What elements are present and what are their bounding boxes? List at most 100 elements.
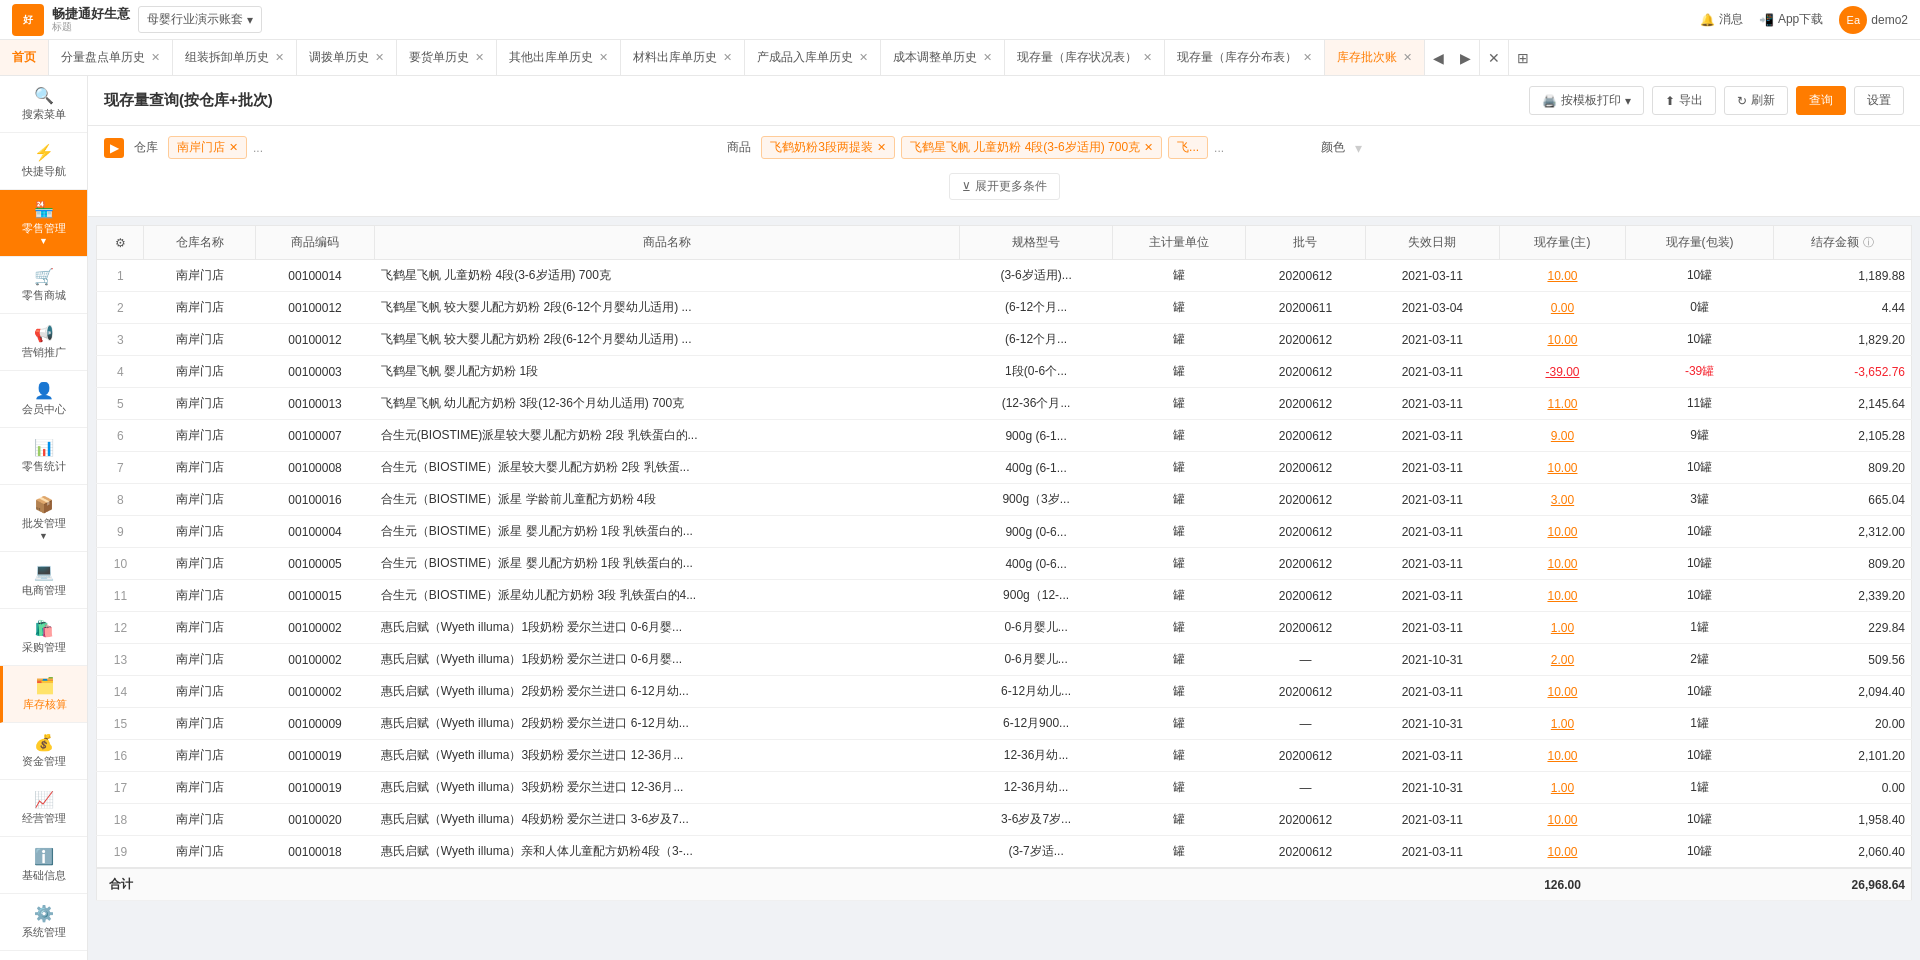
cell-stock-main[interactable]: 2.00 [1499,644,1625,676]
sidebar-item-ecommerce[interactable]: 💻 电商管理 [0,552,87,609]
query-label: 查询 [1809,92,1833,109]
close-icon[interactable]: ✕ [1403,51,1412,64]
nav-prev-arrow[interactable]: ◀ [1425,40,1452,76]
refresh-btn[interactable]: ↻ 刷新 [1724,86,1788,115]
product-tag-more[interactable]: 飞... [1168,136,1208,159]
product-tag-1[interactable]: 飞鹤奶粉3段两提装 ✕ [761,136,895,159]
remove-product1-icon[interactable]: ✕ [877,141,886,154]
close-icon[interactable]: ✕ [375,51,384,64]
sidebar-item-retail[interactable]: 🏪 零售管理 ▼ [0,190,87,257]
cell-stock-main[interactable]: 1.00 [1499,612,1625,644]
cell-batch: 20200612 [1246,836,1366,869]
cell-stock-main[interactable]: 10.00 [1499,580,1625,612]
sidebar-item-collab[interactable]: 🤝 企业协同 [0,951,87,960]
tab-chengtiaoz[interactable]: 成本调整单历史 ✕ [881,40,1005,76]
cell-stock-main[interactable]: -39.00 [1499,356,1625,388]
close-icon[interactable]: ✕ [1143,51,1152,64]
info-balance-icon[interactable]: ⓘ [1863,236,1874,248]
cell-stock-main[interactable]: 0.00 [1499,292,1625,324]
expand-label: 展开更多条件 [975,178,1047,195]
close-icon[interactable]: ✕ [1303,51,1312,64]
tab-xianzcunkuangzt[interactable]: 现存量（库存状况表） ✕ [1005,40,1165,76]
sidebar-item-wholesale[interactable]: 📦 批发管理 ▼ [0,485,87,552]
sidebar-item-management[interactable]: 📈 经营管理 [0,780,87,837]
cell-stock-main[interactable]: 9.00 [1499,420,1625,452]
cell-code: 00100016 [255,484,375,516]
close-icon[interactable]: ✕ [151,51,160,64]
close-icon[interactable]: ✕ [475,51,484,64]
cell-no: 17 [97,772,144,804]
tab-pici-active[interactable]: 库存批次账 ✕ [1325,40,1425,76]
nav-close-all[interactable]: ✕ [1479,40,1508,76]
nav-next-arrow[interactable]: ▶ [1452,40,1479,76]
cell-stock-main[interactable]: 1.00 [1499,772,1625,804]
product-tag-2[interactable]: 飞鹤星飞帆 儿童奶粉 4段(3-6岁适用) 700克 ✕ [901,136,1162,159]
warehouse-tag-nanandian[interactable]: 南岸门店 ✕ [168,136,247,159]
cell-unit: 罐 [1112,772,1245,804]
tab-diaobodanh[interactable]: 调拨单历史 ✕ [297,40,397,76]
cell-stock-main[interactable]: 10.00 [1499,836,1625,869]
cell-stock-main[interactable]: 3.00 [1499,484,1625,516]
cell-stock-main[interactable]: 1.00 [1499,708,1625,740]
cell-stock-pkg: 10罐 [1626,836,1774,869]
cell-stock-main[interactable]: 10.00 [1499,260,1625,292]
warehouse-more[interactable]: ... [253,141,263,155]
sidebar-item-inventory[interactable]: 🗂️ 库存核算 [0,666,87,723]
tab-chengpinruku[interactable]: 产成品入库单历史 ✕ [745,40,881,76]
company-select[interactable]: 母婴行业演示账套 ▾ [138,6,262,33]
settings-btn[interactable]: 设置 [1854,86,1904,115]
app-download-btn[interactable]: 📲 App下载 [1759,11,1823,28]
color-dropdown-arrow[interactable]: ▾ [1355,140,1362,156]
product-more[interactable]: ... [1214,141,1224,155]
sidebar-item-system[interactable]: ⚙️ 系统管理 [0,894,87,951]
expand-more-btn[interactable]: ⊻ 展开更多条件 [949,173,1060,200]
sidebar-item-purchase[interactable]: 🛍️ 采购管理 [0,609,87,666]
close-icon[interactable]: ✕ [859,51,868,64]
sidebar-item-member[interactable]: 👤 会员中心 [0,371,87,428]
close-icon[interactable]: ✕ [599,51,608,64]
cell-stock-main[interactable]: 10.00 [1499,804,1625,836]
query-btn[interactable]: 查询 [1796,86,1846,115]
tab-zuzhuangchaixin[interactable]: 组装拆卸单历史 ✕ [173,40,297,76]
tab-yaohuo[interactable]: 要货单历史 ✕ [397,40,497,76]
cell-stock-pkg: 10罐 [1626,676,1774,708]
tab-cailiaochuku[interactable]: 材料出库单历史 ✕ [621,40,745,76]
nav-expand[interactable]: ⊞ [1508,40,1537,76]
cell-no: 1 [97,260,144,292]
sidebar-item-finance[interactable]: 💰 资金管理 [0,723,87,780]
remove-warehouse-icon[interactable]: ✕ [229,141,238,154]
cell-stock-main[interactable]: 10.00 [1499,452,1625,484]
cell-stock-main[interactable]: 10.00 [1499,324,1625,356]
sidebar-item-mall[interactable]: 🛒 零售商城 [0,257,87,314]
th-settings[interactable]: ⚙ [97,226,144,260]
cell-stock-main[interactable]: 10.00 [1499,548,1625,580]
filter-toggle[interactable]: ▶ [104,138,124,158]
close-icon[interactable]: ✕ [275,51,284,64]
print-btn[interactable]: 🖨️ 按模板打印 ▾ [1529,86,1644,115]
cell-stock-main[interactable]: 11.00 [1499,388,1625,420]
th-warehouse: 仓库名称 [144,226,256,260]
tab-qitachuku[interactable]: 其他出库单历史 ✕ [497,40,621,76]
cell-no: 14 [97,676,144,708]
close-icon[interactable]: ✕ [983,51,992,64]
sidebar-item-basic[interactable]: ℹ️ 基础信息 [0,837,87,894]
total-stock: 126.00 [1499,868,1625,901]
tab-fenliangpandian[interactable]: 分量盘点单历史 ✕ [49,40,173,76]
close-icon[interactable]: ✕ [723,51,732,64]
th-name: 商品名称 [375,226,960,260]
table-row: 14 南岸门店 00100002 惠氏启赋（Wyeth illuma）2段奶粉 … [97,676,1912,708]
sidebar-item-retail-stats[interactable]: 📊 零售统计 [0,428,87,485]
sidebar-item-marketing[interactable]: 📢 营销推广 [0,314,87,371]
export-btn[interactable]: ⬆ 导出 [1652,86,1716,115]
sidebar-item-search[interactable]: 🔍 搜索菜单 [0,76,87,133]
th-code: 商品编码 [255,226,375,260]
sidebar-item-quicknav[interactable]: ⚡ 快捷导航 [0,133,87,190]
tab-home[interactable]: 首页 [0,40,49,76]
cell-stock-main[interactable]: 10.00 [1499,516,1625,548]
tab-xiancunfenbu[interactable]: 现存量（库存分布表） ✕ [1165,40,1325,76]
cell-stock-main[interactable]: 10.00 [1499,740,1625,772]
cell-stock-main[interactable]: 10.00 [1499,676,1625,708]
remove-product2-icon[interactable]: ✕ [1144,141,1153,154]
user-area[interactable]: Ea demo2 [1839,6,1908,34]
messages-btn[interactable]: 🔔 消息 [1700,11,1743,28]
